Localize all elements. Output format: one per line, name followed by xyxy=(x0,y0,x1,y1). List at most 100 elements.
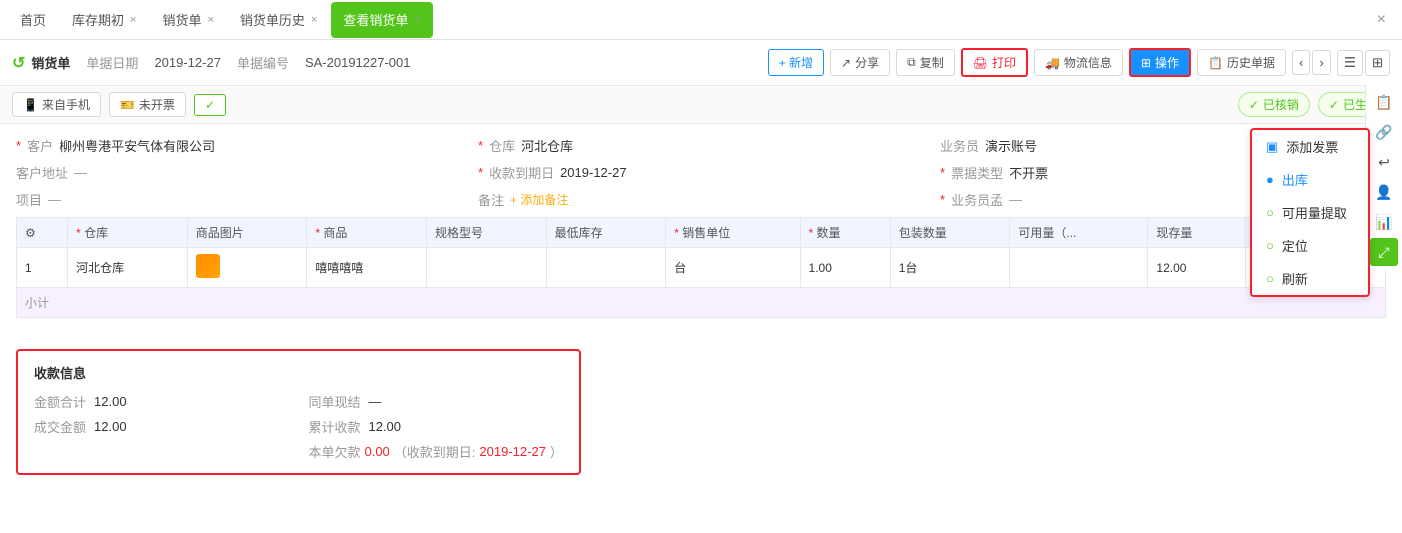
right-data-tool[interactable]: 📊 xyxy=(1370,208,1398,236)
transaction-label: 成交金额 xyxy=(34,417,86,436)
col-warehouse: * 仓库 xyxy=(68,218,188,248)
transaction-row: 成交金额 12.00 xyxy=(34,417,288,436)
right-refresh-tool[interactable]: ↩ xyxy=(1370,148,1398,176)
next-button[interactable]: › xyxy=(1312,50,1330,75)
copy-button[interactable]: ⧉ 复制 xyxy=(896,49,955,76)
due-date-field: * 收款到期日 2019-12-27 xyxy=(478,163,924,182)
tab-view-sales[interactable]: 查看销货单 × xyxy=(331,2,432,38)
nav-arrows: ‹ › xyxy=(1292,50,1331,75)
col-available: 可用量（... xyxy=(1010,218,1148,248)
cumulative-label: 累计收款 xyxy=(308,417,360,436)
tab-home-label: 首页 xyxy=(20,10,46,29)
refresh-icon: ○ xyxy=(1266,271,1274,286)
total-label: 金额合计 xyxy=(34,392,86,411)
history-button[interactable]: 📋 历史单据 xyxy=(1197,49,1286,76)
logistics-button[interactable]: 🚚 物流信息 xyxy=(1034,49,1123,76)
due-note-prefix: （收款到期日: xyxy=(394,442,476,461)
same-order-label: 同单现结 xyxy=(308,392,360,411)
row-min-stock xyxy=(546,248,666,288)
list-view-button[interactable]: ☰ xyxy=(1337,50,1363,76)
dropdown-available-qty[interactable]: ○ 可用量提取 xyxy=(1252,196,1368,229)
row-spec xyxy=(426,248,546,288)
cumulative-row: 累计收款 12.00 xyxy=(308,417,562,436)
col-pack-qty: 包装数量 xyxy=(890,218,1010,248)
right-expand-tool[interactable]: ⤢ xyxy=(1370,238,1398,266)
col-product: * 商品 xyxy=(307,218,427,248)
customer-field: * 客户 柳州粤港平安气体有限公司 xyxy=(16,136,462,155)
from-phone-button[interactable]: 📱 来自手机 xyxy=(12,92,101,117)
right-link-tool[interactable]: 🔗 xyxy=(1370,118,1398,146)
logistics-icon: 🚚 xyxy=(1045,56,1060,70)
product-image xyxy=(196,254,220,278)
col-product-img: 商品图片 xyxy=(187,218,307,248)
total-row: 金额合计 12.00 xyxy=(34,392,288,411)
project-field: 项目 — xyxy=(16,190,462,209)
new-button[interactable]: + 新增 xyxy=(768,49,824,76)
col-settings[interactable]: ⚙ xyxy=(17,218,68,248)
due-label: 本单欠款 xyxy=(308,442,360,461)
row-available xyxy=(1010,248,1148,288)
tab-sales[interactable]: 销货单 × xyxy=(150,2,225,38)
tab-inventory-close[interactable]: × xyxy=(130,14,136,26)
note-field: 备注 + 添加备注 xyxy=(478,190,924,209)
cancelled-badge: ✓ 已核销 xyxy=(1238,92,1310,117)
view-buttons: ☰ ⊞ xyxy=(1337,50,1390,76)
cumulative-value: 12.00 xyxy=(368,419,401,434)
share-button[interactable]: ↗ 分享 xyxy=(830,49,890,76)
number-value: SA-20191227-001 xyxy=(305,55,411,70)
table-wrapper: ⚙ * 仓库 商品图片 * 商品 规格型号 最低库存 * 销售单位 * 数量 包… xyxy=(0,217,1402,337)
tab-history-label: 销货单历史 xyxy=(240,10,305,29)
dropdown-outbound[interactable]: ● 出库 xyxy=(1252,163,1368,196)
col-min-stock: 最低库存 xyxy=(546,218,666,248)
tab-history-close[interactable]: × xyxy=(311,14,317,26)
tab-history[interactable]: 销货单历史 × xyxy=(228,2,329,38)
ticket-icon: 🎫 xyxy=(120,98,135,112)
payment-grid: 金额合计 12.00 同单现结 — 成交金额 12.00 累计收款 12.00 xyxy=(34,392,563,461)
dropdown-add-invoice[interactable]: ▣ 添加发票 xyxy=(1252,130,1368,163)
due-value: 0.00 xyxy=(364,444,389,459)
check-icon-cancelled: ✓ xyxy=(1249,98,1259,112)
grid-view-button[interactable]: ⊞ xyxy=(1365,50,1390,76)
toolbar: + 新增 ↗ 分享 ⧉ 复制 🖨 打印 🚚 物流信息 xyxy=(768,48,1390,77)
row-product-img xyxy=(187,248,307,288)
col-unit: * 销售单位 xyxy=(666,218,800,248)
tab-view-sales-close[interactable]: × xyxy=(414,14,420,26)
row-warehouse: 河北仓库 xyxy=(68,248,188,288)
form-title-text: 销货单 xyxy=(31,53,70,72)
due-note-suffix: ） xyxy=(550,442,563,461)
history-icon: 📋 xyxy=(1208,56,1223,70)
subtotal-label: 小计 xyxy=(17,288,1386,318)
data-table: ⚙ * 仓库 商品图片 * 商品 规格型号 最低库存 * 销售单位 * 数量 包… xyxy=(16,217,1386,318)
prev-button[interactable]: ‹ xyxy=(1292,50,1310,75)
dropdown-refresh[interactable]: ○ 刷新 xyxy=(1252,262,1368,295)
tab-sales-label: 销货单 xyxy=(162,10,201,29)
print-button[interactable]: 🖨 打印 xyxy=(961,48,1028,77)
available-qty-icon: ○ xyxy=(1266,205,1274,220)
copy-icon: ⧉ xyxy=(907,55,916,70)
add-invoice-icon: ▣ xyxy=(1266,139,1278,155)
confirm-button[interactable]: ✓ xyxy=(194,94,226,116)
payment-info: 收款信息 金额合计 12.00 同单现结 — 成交金额 12.00 xyxy=(16,349,581,475)
transaction-value: 12.00 xyxy=(94,419,127,434)
right-user-tool[interactable]: 👤 xyxy=(1370,178,1398,206)
close-all-tabs-button[interactable]: × xyxy=(1369,7,1394,33)
tab-inventory[interactable]: 库存期初 × xyxy=(60,2,148,38)
operation-button[interactable]: ⊞ 操作 xyxy=(1129,48,1191,77)
form-meta: 单据日期 2019-12-27 单据编号 SA-20191227-001 xyxy=(86,53,410,72)
warehouse-field: * 仓库 河北仓库 xyxy=(478,136,924,155)
operation-icon: ⊞ xyxy=(1141,56,1151,70)
print-icon: 🖨 xyxy=(973,56,988,70)
not-open-button[interactable]: 🎫 未开票 xyxy=(109,92,186,117)
col-spec: 规格型号 xyxy=(426,218,546,248)
tab-sales-close[interactable]: × xyxy=(207,14,213,26)
row-quantity: 1.00 xyxy=(800,248,890,288)
tab-view-sales-label: 查看销货单 xyxy=(343,10,408,29)
right-copy-tool[interactable]: 📋 xyxy=(1370,88,1398,116)
dropdown-locate[interactable]: ○ 定位 xyxy=(1252,229,1368,262)
add-note-button[interactable]: + 添加备注 xyxy=(510,191,568,208)
bottom-section: 收款信息 金额合计 12.00 同单现结 — 成交金额 12.00 xyxy=(0,337,1402,487)
col-stock: 现存量 xyxy=(1148,218,1246,248)
tab-home[interactable]: 首页 xyxy=(8,2,58,38)
check-icon-effective: ✓ xyxy=(1329,98,1339,112)
tab-inventory-label: 库存期初 xyxy=(72,10,124,29)
